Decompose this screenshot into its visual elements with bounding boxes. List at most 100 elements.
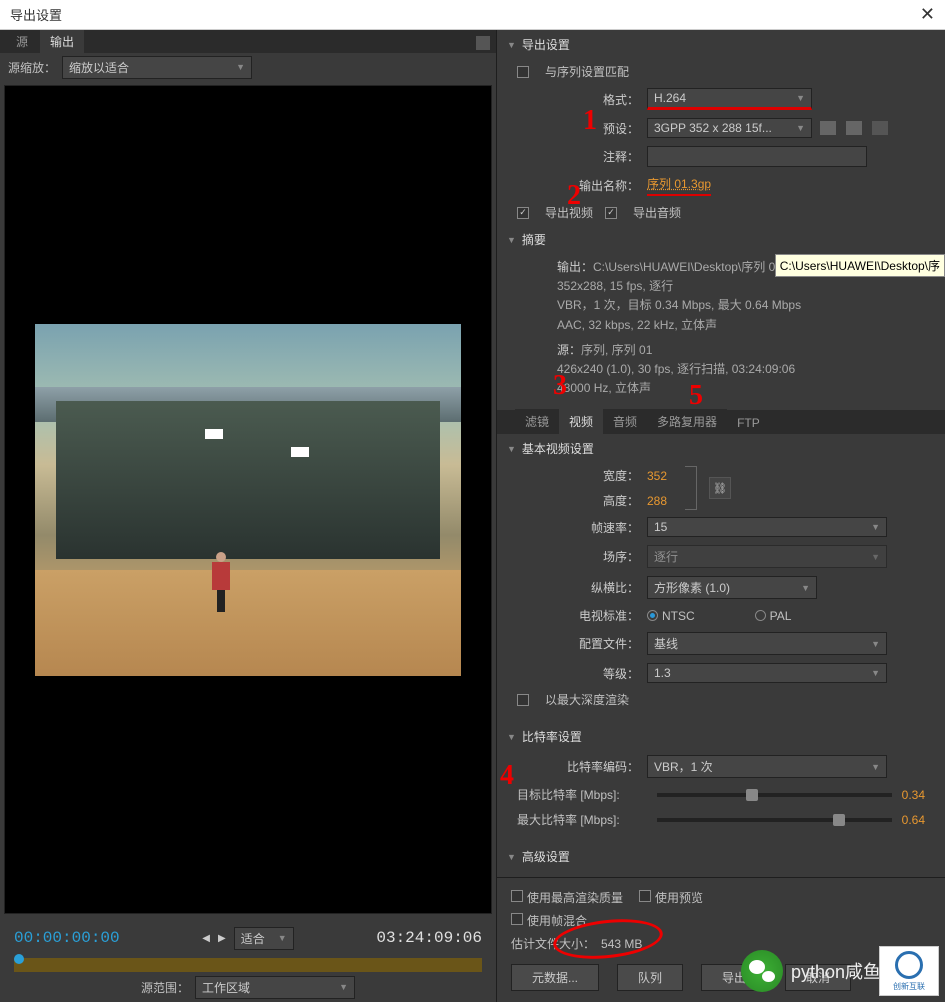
export-settings-window: 导出设置 ✕ 源 输出 源缩放： 缩放以适合▼ [0, 0, 945, 1002]
source-range-dropdown[interactable]: 工作区域▼ [195, 976, 355, 999]
frame-blending-label: 使用帧混合 [527, 914, 587, 928]
ntsc-radio[interactable] [647, 610, 658, 621]
timeline-bar[interactable] [14, 958, 482, 972]
bitrate-header[interactable]: ▼ 比特率设置 [497, 722, 945, 751]
use-preview-label: 使用预览 [655, 891, 703, 905]
disclosure-triangle-icon: ▼ [507, 444, 516, 454]
close-icon[interactable]: ✕ [920, 4, 935, 25]
target-bitrate-slider[interactable] [657, 793, 892, 797]
panel-menu-icon[interactable] [476, 36, 490, 50]
next-frame-icon[interactable]: ▶ [218, 933, 226, 944]
aspect-value: 方形像素 (1.0) [654, 579, 730, 596]
width-value[interactable]: 352 [647, 469, 667, 483]
left-pane: 源 输出 源缩放： 缩放以适合▼ 00:00:00:00 [0, 30, 497, 1002]
tab-video[interactable]: 视频 [559, 409, 603, 434]
export-settings-title: 导出设置 [522, 36, 570, 53]
height-label: 高度： [497, 492, 647, 509]
bitrate-encoding-dropdown[interactable]: VBR，1 次▼ [647, 755, 887, 778]
preview-area[interactable] [4, 85, 492, 914]
preset-label: 预设： [497, 120, 647, 137]
metadata-button[interactable]: 元数据... [511, 964, 599, 991]
comment-input[interactable] [647, 146, 867, 167]
profile-label: 配置文件： [497, 635, 647, 652]
frame-blending-checkbox[interactable] [511, 913, 523, 925]
fps-dropdown[interactable]: 15 ▼ [647, 517, 887, 537]
advanced-header[interactable]: ▼ 高级设置 [497, 842, 945, 871]
link-bracket [685, 466, 697, 510]
max-render-quality-checkbox[interactable] [511, 890, 523, 902]
summary-src-l1: 序列, 序列 01 [581, 343, 652, 357]
summary-title: 摘要 [522, 231, 546, 248]
pal-label: PAL [770, 609, 792, 623]
profile-dropdown[interactable]: 基线▼ [647, 632, 887, 655]
max-render-quality-label: 使用最高渲染质量 [527, 891, 623, 905]
bitrate-encoding-value: VBR，1 次 [654, 758, 713, 775]
preset-value: 3GPP 352 x 288 15f... [654, 121, 772, 135]
export-settings-header[interactable]: ▼ 导出设置 [497, 30, 945, 59]
target-bitrate-value[interactable]: 0.34 [902, 788, 925, 802]
chevron-down-icon: ▼ [871, 668, 880, 678]
queue-button[interactable]: 队列 [617, 964, 683, 991]
aspect-dropdown[interactable]: 方形像素 (1.0) ▼ [647, 576, 817, 599]
output-path-tooltip: C:\Users\HUAWEI\Desktop\序 [775, 254, 945, 277]
level-dropdown[interactable]: 1.3▼ [647, 663, 887, 683]
preset-dropdown[interactable]: 3GPP 352 x 288 15f...▼ [647, 118, 812, 138]
max-bitrate-value[interactable]: 0.64 [902, 813, 925, 827]
chevron-down-icon: ▼ [278, 933, 287, 943]
export-video-checkbox[interactable] [517, 207, 529, 219]
source-output-tabs: 源 输出 [0, 30, 496, 53]
chevron-down-icon: ▼ [236, 62, 245, 72]
summary-output-path: C:\Users\HUAWEI\Desktop\序列 01.3gp [593, 260, 805, 274]
fit-dropdown[interactable]: 适合▼ [234, 927, 294, 950]
tab-audio[interactable]: 音频 [603, 409, 647, 434]
height-value[interactable]: 288 [647, 494, 667, 508]
wechat-icon [741, 950, 783, 992]
delete-preset-icon[interactable] [872, 121, 888, 135]
link-dimensions-icon[interactable]: ⛓ [709, 477, 731, 499]
chevron-down-icon: ▼ [801, 583, 810, 593]
field-order-dropdown: 逐行▼ [647, 545, 887, 568]
import-preset-icon[interactable] [846, 121, 862, 135]
scale-label: 源缩放： [8, 59, 56, 76]
disclosure-triangle-icon: ▼ [507, 732, 516, 742]
pal-radio[interactable] [755, 610, 766, 621]
playhead[interactable] [14, 954, 24, 964]
max-bitrate-slider[interactable] [657, 818, 892, 822]
summary-header[interactable]: ▼ 摘要 [497, 225, 945, 254]
max-bitrate-label: 最大比特率 [Mbps]: [517, 811, 647, 828]
summary-content: 输出：C:\Users\HUAWEI\Desktop\序列 01.3gp 352… [497, 254, 945, 410]
summary-output-label: 输出： [557, 260, 593, 274]
basic-video-title: 基本视频设置 [522, 440, 594, 457]
timecode-current[interactable]: 00:00:00:00 [14, 929, 120, 947]
max-depth-checkbox[interactable] [517, 694, 529, 706]
settings-tabs: 滤镜 视频 音频 多路复用器 FTP [497, 410, 945, 434]
slider-thumb[interactable] [833, 814, 845, 826]
width-label: 宽度： [497, 467, 647, 484]
fps-label: 帧速率： [497, 519, 647, 536]
tab-output[interactable]: 输出 [40, 30, 84, 53]
target-bitrate-label: 目标比特率 [Mbps]: [517, 786, 647, 803]
source-range-value: 工作区域 [202, 979, 250, 996]
save-preset-icon[interactable] [820, 121, 836, 135]
export-audio-label: 导出音频 [633, 204, 681, 221]
tab-source[interactable]: 源 [6, 30, 38, 53]
chevron-down-icon: ▼ [871, 522, 880, 532]
slider-thumb[interactable] [746, 789, 758, 801]
basic-video-header[interactable]: ▼ 基本视频设置 [497, 434, 945, 463]
summary-out-l4: AAC, 32 kbps, 22 kHz, 立体声 [557, 316, 925, 335]
tab-filter[interactable]: 滤镜 [515, 409, 559, 434]
summary-source-label: 源： [557, 343, 581, 357]
tab-ftp[interactable]: FTP [727, 412, 770, 434]
output-name-link[interactable]: 序列 01.3gp [647, 175, 711, 196]
prev-frame-icon[interactable]: ◀ [202, 933, 210, 944]
export-audio-checkbox[interactable] [605, 207, 617, 219]
export-video-label: 导出视频 [545, 204, 593, 221]
scale-dropdown[interactable]: 缩放以适合▼ [62, 56, 252, 79]
format-dropdown[interactable]: H.264▼ [647, 88, 812, 110]
tab-multiplexer[interactable]: 多路复用器 [647, 409, 727, 434]
use-preview-checkbox[interactable] [639, 890, 651, 902]
match-sequence-checkbox[interactable] [517, 66, 529, 78]
fps-value: 15 [654, 520, 667, 534]
field-order-value: 逐行 [654, 548, 678, 565]
max-depth-label: 以最大深度渲染 [545, 691, 629, 708]
